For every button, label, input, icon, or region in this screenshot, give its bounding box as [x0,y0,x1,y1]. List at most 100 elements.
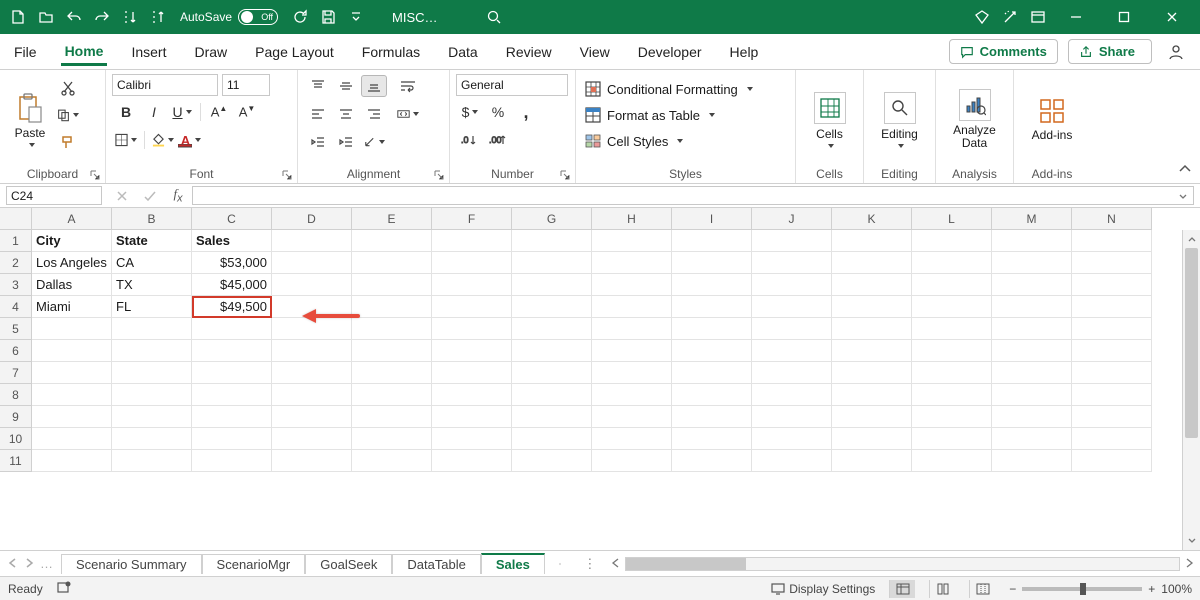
cut-icon[interactable] [55,77,81,99]
cell[interactable] [992,230,1072,252]
cell[interactable] [512,340,592,362]
zoom-out-icon[interactable]: − [1009,582,1016,596]
cell[interactable] [432,252,512,274]
cell[interactable] [752,384,832,406]
cell[interactable]: Sales [192,230,272,252]
cell[interactable] [592,450,672,472]
cell[interactable] [512,406,592,428]
tab-file[interactable]: File [10,38,41,66]
format-as-table-button[interactable]: Format as Table [583,105,788,125]
zoom-in-icon[interactable]: + [1148,582,1155,596]
cell[interactable] [912,274,992,296]
tab-insert[interactable]: Insert [127,38,170,66]
row-header[interactable]: 9 [0,406,32,428]
cell[interactable] [752,450,832,472]
paste-button[interactable]: Paste [7,75,53,164]
cell[interactable] [832,230,912,252]
sheet-nav-next-icon[interactable] [24,556,34,571]
align-middle-icon[interactable] [333,75,359,97]
column-header[interactable]: H [592,208,672,230]
refresh-icon[interactable] [288,5,312,29]
decrease-decimal-icon[interactable]: .00 [485,129,511,151]
cell[interactable] [512,384,592,406]
cell[interactable]: $49,500 [192,296,272,318]
cell[interactable] [432,362,512,384]
clipboard-launcher-icon[interactable] [90,168,102,180]
close-button[interactable] [1150,2,1194,32]
cell[interactable] [592,274,672,296]
redo-icon[interactable] [90,5,114,29]
wand-icon[interactable] [998,5,1022,29]
cell[interactable] [592,340,672,362]
cell[interactable] [192,318,272,340]
cell[interactable] [192,406,272,428]
cell[interactable] [352,450,432,472]
sheet-tab[interactable]: Scenario Summary [61,554,202,574]
cell[interactable] [592,406,672,428]
autosave-toggle[interactable]: AutoSave Off [180,9,278,25]
display-settings-button[interactable]: Display Settings [771,582,875,596]
diamond-icon[interactable] [970,5,994,29]
cell[interactable] [272,428,352,450]
cell[interactable] [512,252,592,274]
align-bottom-icon[interactable] [361,75,387,97]
column-header[interactable]: G [512,208,592,230]
tab-formulas[interactable]: Formulas [358,38,424,66]
cell[interactable] [832,428,912,450]
sheet-tab[interactable]: Sales [481,553,545,574]
cell[interactable] [1072,296,1152,318]
fill-color-icon[interactable] [150,129,176,151]
column-header[interactable]: E [352,208,432,230]
row-header[interactable]: 4 [0,296,32,318]
cell[interactable] [672,230,752,252]
collapse-ribbon-icon[interactable] [1178,162,1192,179]
sheet-nav-prev-icon[interactable] [8,556,18,571]
cell[interactable]: Los Angeles [32,252,112,274]
sheet-tab[interactable]: GoalSeek [305,554,392,574]
cell[interactable] [832,384,912,406]
cell[interactable] [752,230,832,252]
minimize-button[interactable] [1054,2,1098,32]
cell[interactable] [1072,252,1152,274]
grow-font-icon[interactable]: A▲ [206,101,232,123]
cell[interactable] [432,296,512,318]
column-header[interactable]: D [272,208,352,230]
tab-page-layout[interactable]: Page Layout [251,38,338,66]
enter-formula-icon[interactable] [136,184,164,207]
cell[interactable] [272,274,352,296]
align-right-icon[interactable] [361,103,387,125]
font-size-input[interactable]: 11 [222,74,270,96]
comma-format-icon[interactable]: , [513,101,539,123]
cell[interactable] [592,230,672,252]
column-header[interactable]: A [32,208,112,230]
cell[interactable] [352,296,432,318]
open-file-icon[interactable] [34,5,58,29]
cell[interactable] [112,362,192,384]
cell[interactable]: Dallas [32,274,112,296]
cell[interactable] [592,296,672,318]
cell[interactable] [432,230,512,252]
cell[interactable] [1072,340,1152,362]
sort-desc-icon[interactable] [146,5,170,29]
cell[interactable] [912,450,992,472]
cell[interactable] [992,450,1072,472]
orientation-icon[interactable] [361,131,387,153]
cell[interactable] [432,274,512,296]
cell[interactable] [592,428,672,450]
new-file-icon[interactable] [6,5,30,29]
cell[interactable]: FL [112,296,192,318]
cell[interactable] [512,296,592,318]
cell[interactable] [832,318,912,340]
cell[interactable] [832,450,912,472]
cell[interactable] [992,296,1072,318]
ribbon-mode-icon[interactable] [1026,5,1050,29]
cell[interactable] [592,252,672,274]
cell[interactable] [272,296,352,318]
tab-draw[interactable]: Draw [190,38,231,66]
cell[interactable] [832,296,912,318]
cell[interactable] [752,406,832,428]
cell[interactable] [432,450,512,472]
editing-button[interactable]: Editing [871,75,928,164]
merge-center-icon[interactable] [395,103,421,125]
cell[interactable] [512,274,592,296]
